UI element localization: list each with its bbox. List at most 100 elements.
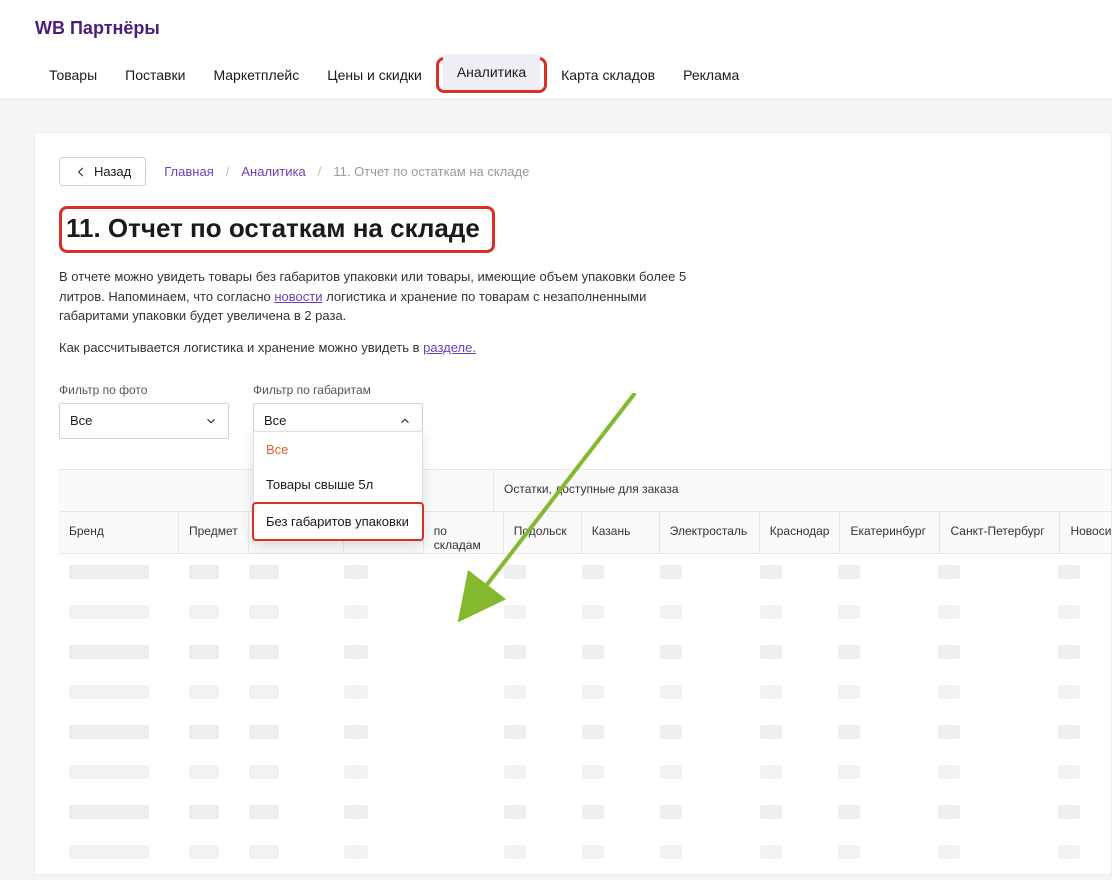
redacted-cell [760,845,782,859]
filter-dims-value: Все [264,413,286,428]
redacted-cell [344,805,368,819]
breadcrumb-section[interactable]: Аналитика [241,164,305,179]
filter-dims-label: Фильтр по габаритам [253,383,423,397]
table-row[interactable] [59,834,1111,874]
th-subject[interactable]: Предмет [179,512,249,553]
redacted-cell [189,605,219,619]
redacted-cell [249,805,279,819]
redacted-cell [504,725,526,739]
th-brand[interactable]: Бренд [59,512,179,553]
redacted-cell [660,845,682,859]
redacted-cell [660,565,682,579]
table-body [59,554,1111,874]
breadcrumb-current: 11. Отчет по остаткам на складе [333,164,529,179]
redacted-cell [582,605,604,619]
table-row[interactable] [59,634,1111,674]
redacted-cell [1058,645,1080,659]
back-label: Назад [94,164,131,179]
redacted-cell [582,725,604,739]
redacted-cell [938,845,960,859]
redacted-cell [582,845,604,859]
redacted-cell [189,645,219,659]
filter-photo-select[interactable]: Все [59,403,229,439]
nav-item-prices[interactable]: Цены и скидки [313,57,436,93]
redacted-cell [838,725,860,739]
th-city-ekaterinburg[interactable]: Екатеринбург [840,512,940,553]
redacted-cell [69,725,149,739]
desc-text: Как рассчитывается логистика и хранение … [59,340,423,355]
redacted-cell [660,765,682,779]
redacted-cell [69,805,149,819]
redacted-cell [504,765,526,779]
redacted-cell [938,685,960,699]
dropdown-option-all[interactable]: Все [254,432,422,467]
table-row[interactable] [59,794,1111,834]
nav-item-marketplace[interactable]: Маркетплейс [199,57,313,93]
redacted-cell [344,685,368,699]
redacted-cell [938,565,960,579]
redacted-cell [760,645,782,659]
filter-photo-value: Все [70,413,92,428]
section-link[interactable]: разделе. [423,340,476,355]
th-city-elektrostal[interactable]: Электросталь [660,512,760,553]
dropdown-option-over5l[interactable]: Товары свыше 5л [254,467,422,502]
redacted-cell [660,645,682,659]
table-row[interactable] [59,714,1111,754]
th-by-warehouses[interactable]: по складам [424,512,504,553]
redacted-cell [582,645,604,659]
th-city-novosibirsk[interactable]: Новосибирск [1060,512,1112,553]
th-city-krasnodar[interactable]: Краснодар [760,512,841,553]
table-row[interactable] [59,674,1111,714]
description-2: Как рассчитывается логистика и хранение … [59,340,1111,355]
nav-item-products[interactable]: Товары [35,57,111,93]
news-link[interactable]: новости [274,289,322,304]
redacted-cell [582,565,604,579]
redacted-cell [249,845,279,859]
redacted-cell [344,765,368,779]
th-city-spb[interactable]: Санкт-Петербург [940,512,1060,553]
filter-photo-label: Фильтр по фото [59,383,229,397]
redacted-cell [1058,685,1080,699]
arrow-left-icon [74,165,88,179]
redacted-cell [760,605,782,619]
nav-item-ads[interactable]: Реклама [669,57,753,93]
redacted-cell [938,645,960,659]
filter-dims-dropdown: Все Товары свыше 5л Без габаритов упаков… [253,431,423,542]
redacted-cell [760,765,782,779]
nav-item-supplies[interactable]: Поставки [111,57,199,93]
redacted-cell [69,645,149,659]
redacted-cell [938,725,960,739]
back-button[interactable]: Назад [59,157,146,186]
redacted-cell [344,565,368,579]
title-highlight-box: 11. Отчет по остаткам на складе [59,206,495,253]
redacted-cell [1058,605,1080,619]
table-row[interactable] [59,554,1111,594]
redacted-cell [344,645,368,659]
redacted-cell [1058,805,1080,819]
redacted-cell [838,605,860,619]
redacted-cell [504,685,526,699]
redacted-cell [760,725,782,739]
nav-item-map[interactable]: Карта складов [547,57,669,93]
redacted-cell [660,605,682,619]
stock-table: Остатки, доступные для заказа Бренд Пред… [59,469,1111,874]
redacted-cell [504,645,526,659]
redacted-cell [582,685,604,699]
dropdown-option-no-dims[interactable]: Без габаритов упаковки [252,502,424,541]
page-title: 11. Отчет по остаткам на складе [66,213,480,244]
redacted-cell [1058,845,1080,859]
table-row[interactable] [59,594,1111,634]
breadcrumb-home[interactable]: Главная [164,164,213,179]
redacted-cell [838,765,860,779]
table-row[interactable] [59,754,1111,794]
redacted-cell [660,805,682,819]
redacted-cell [249,645,279,659]
redacted-cell [189,805,219,819]
logo: WB Партнёры [35,18,1077,39]
breadcrumb: Главная / Аналитика / 11. Отчет по остат… [164,164,529,179]
nav-item-analytics[interactable]: Аналитика [443,54,540,90]
redacted-cell [69,605,149,619]
th-city-kazan[interactable]: Казань [582,512,660,553]
th-city-podolsk[interactable]: Подольск [504,512,582,553]
redacted-cell [504,805,526,819]
